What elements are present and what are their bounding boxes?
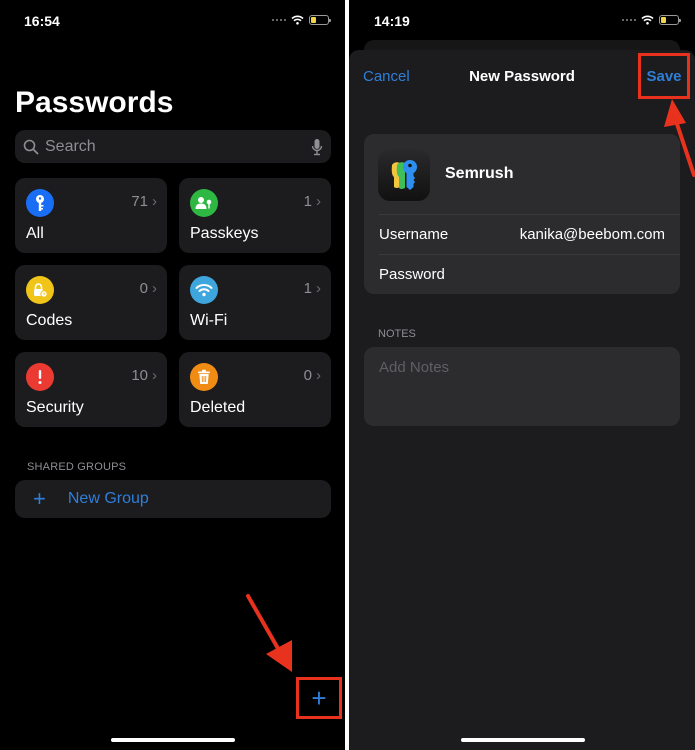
wifi-status-icon — [291, 15, 304, 25]
category-label: Passkeys — [190, 225, 259, 242]
category-label: Codes — [26, 312, 73, 329]
count: 1 — [303, 193, 312, 210]
username-label: Username — [379, 226, 449, 243]
search-placeholder: Search — [45, 137, 96, 155]
annotation-arrow-icon — [664, 99, 695, 177]
count: 0 — [303, 367, 312, 384]
category-label: Wi-Fi — [190, 312, 228, 329]
notes-input[interactable]: Add Notes — [364, 347, 680, 426]
wifi-icon — [190, 276, 218, 304]
shared-groups-header: SHARED GROUPS — [27, 461, 127, 473]
passwords-app-icon — [378, 149, 430, 201]
new-password-screen: 14:19 New Password Cancel Save Semrush U… — [349, 0, 695, 750]
count: 1 — [303, 280, 312, 297]
category-passkeys[interactable]: 1 › Passkeys — [179, 178, 331, 253]
category-label: Deleted — [190, 399, 246, 416]
annotation-arrow-icon — [246, 594, 292, 672]
password-field[interactable]: Password — [379, 254, 680, 294]
count: 71 — [131, 193, 148, 210]
search-icon — [23, 139, 39, 154]
key-icon — [26, 189, 54, 217]
home-indicator — [461, 738, 585, 742]
cancel-button[interactable]: Cancel — [363, 68, 410, 85]
lock-clock-icon — [26, 276, 54, 304]
exclamation-icon — [26, 363, 54, 391]
signal-icon — [272, 19, 286, 21]
notes-placeholder: Add Notes — [379, 359, 450, 376]
microphone-icon[interactable] — [311, 138, 323, 156]
new-group-label: New Group — [67, 490, 149, 507]
notes-header: NOTES — [378, 328, 416, 340]
battery-icon — [659, 15, 681, 25]
category-wifi[interactable]: 1 › Wi-Fi — [179, 265, 331, 340]
trash-icon — [190, 363, 218, 391]
category-codes[interactable]: 0 › Codes — [15, 265, 167, 340]
search-input[interactable]: Search — [15, 130, 331, 163]
save-label: Save — [646, 67, 682, 85]
category-deleted[interactable]: 0 › Deleted — [179, 352, 331, 427]
category-label: All — [26, 225, 44, 242]
count: 0 — [139, 280, 148, 297]
chevron-right-icon: › — [316, 367, 321, 384]
plus-icon: + — [311, 682, 327, 713]
password-label: Password — [379, 266, 445, 283]
wifi-status-icon — [641, 15, 654, 25]
chevron-right-icon: › — [316, 193, 321, 210]
category-all[interactable]: 71 › All — [15, 178, 167, 253]
chevron-right-icon: › — [152, 367, 157, 384]
new-group-button[interactable]: + New Group — [15, 480, 331, 518]
status-icons — [272, 15, 331, 25]
username-value[interactable]: kanika@beebom.com — [520, 226, 665, 243]
signal-icon — [622, 19, 636, 21]
chevron-right-icon: › — [152, 280, 157, 297]
chevron-right-icon: › — [152, 193, 157, 210]
username-field[interactable]: Username kanika@beebom.com — [379, 214, 680, 254]
category-grid: 71 › All 1 › Passkeys 0 › Codes 1 › Wi-Fi — [15, 178, 331, 427]
status-time: 16:54 — [24, 13, 60, 29]
battery-icon — [309, 15, 331, 25]
person-key-icon — [190, 189, 218, 217]
credential-card: Semrush Username kanika@beebom.com Passw… — [364, 134, 680, 294]
passwords-home-screen: 16:54 Passwords Search 71 › All 1 › Passke… — [0, 0, 345, 750]
status-time: 14:19 — [374, 13, 410, 29]
status-icons — [622, 15, 681, 25]
count: 10 — [131, 367, 148, 384]
chevron-right-icon: › — [316, 280, 321, 297]
add-password-button[interactable]: + — [296, 677, 342, 719]
new-password-sheet: New Password Cancel Save Semrush Usernam… — [349, 50, 695, 750]
save-button[interactable]: Save — [638, 53, 690, 99]
page-title: Passwords — [15, 86, 174, 119]
category-security[interactable]: 10 › Security — [15, 352, 167, 427]
category-label: Security — [26, 399, 84, 416]
plus-icon: + — [33, 486, 46, 511]
home-indicator — [111, 738, 235, 742]
site-name[interactable]: Semrush — [445, 165, 513, 183]
